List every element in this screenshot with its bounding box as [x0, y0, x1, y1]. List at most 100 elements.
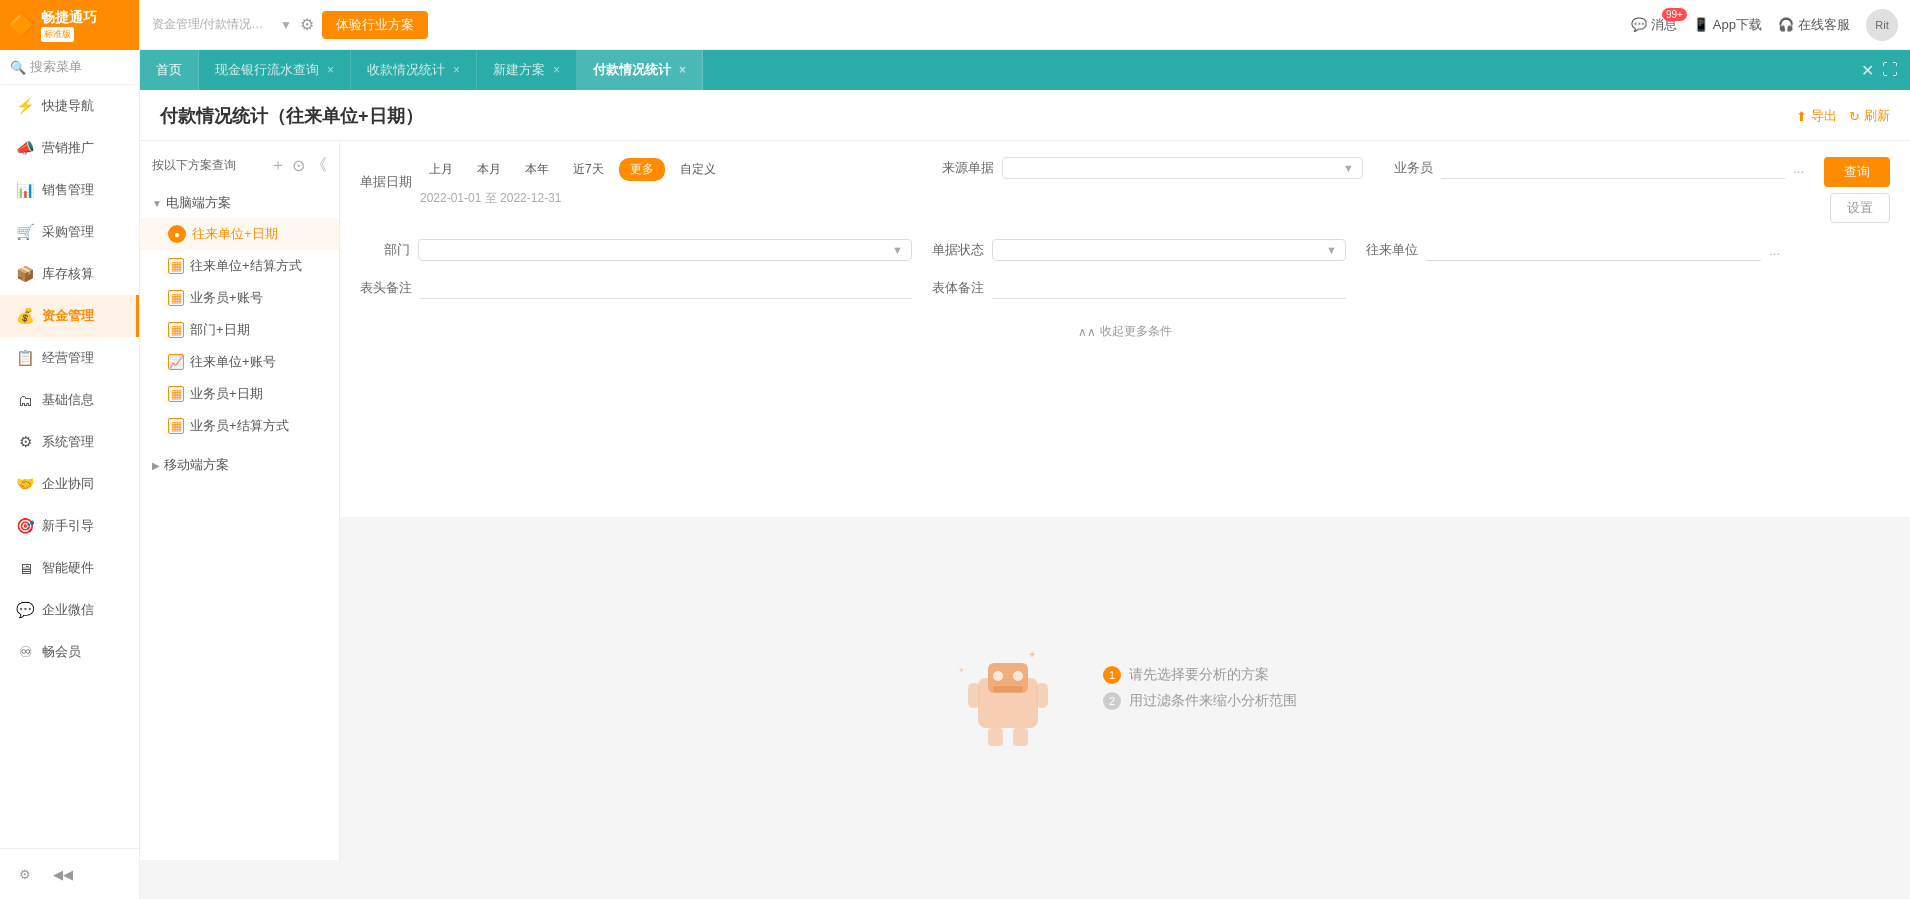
scheme-counterpart-account[interactable]: 📈 往来单位+账号 [140, 346, 339, 378]
docstatus-select[interactable]: ▼ [992, 239, 1346, 261]
sales-icon: 📊 [16, 181, 34, 199]
search-menu[interactable]: 🔍 搜索菜单 [0, 50, 139, 85]
headernote-input[interactable] [420, 277, 912, 299]
sidebar-item-quick-nav[interactable]: ⚡ 快捷导航 [0, 85, 139, 127]
filter-row-1: 单据日期 上月 本月 本年 近7天 更多 自定义 2022-01-01 至 20… [360, 157, 1890, 223]
scheme-salesman-date[interactable]: ▦ 业务员+日期 [140, 378, 339, 410]
counterpart-more-btn[interactable]: ... [1769, 243, 1780, 258]
sidebar-item-inventory[interactable]: 📦 库存核算 [0, 253, 139, 295]
tab-cashflow[interactable]: 现金银行流水查询 × [199, 50, 351, 90]
edition-badge: 标准版 [41, 27, 74, 42]
sidebar-item-guide[interactable]: 🎯 新手引导 [0, 505, 139, 547]
set-btn[interactable]: 设置 [1830, 193, 1890, 223]
scheme-counterpart-settle[interactable]: ▦ 往来单位+结算方式 [140, 250, 339, 282]
sidebar-item-operation[interactable]: 📋 经营管理 [0, 337, 139, 379]
tab-cashflow-close[interactable]: × [327, 63, 334, 77]
date-last-7days[interactable]: 近7天 [564, 157, 613, 182]
topnav-gear-icon[interactable]: ⚙ [300, 15, 314, 34]
date-this-year[interactable]: 本年 [516, 157, 558, 182]
sidebar-item-member[interactable]: ♾ 畅会员 [0, 631, 139, 673]
date-label: 单据日期 [360, 173, 412, 191]
scheme-counterpart-date[interactable]: ● 往来单位+日期 [140, 218, 339, 250]
system-icon: ⚙ [16, 433, 34, 451]
empty-area: ✦ ✦ 1 请先选择要分析的方案 2 用过滤条件来缩小分析范围 [340, 517, 1910, 861]
tab-new-scheme-label: 新建方案 [493, 61, 545, 79]
add-scheme-icon[interactable]: ＋ [270, 155, 286, 176]
date-custom[interactable]: 自定义 [671, 157, 725, 182]
date-last-month[interactable]: 上月 [420, 157, 462, 182]
sidebar-item-finance[interactable]: 💰 资金管理 [0, 295, 139, 337]
scheme-salesman-account[interactable]: ▦ 业务员+账号 [140, 282, 339, 314]
sidebar-item-wechat[interactable]: 💬 企业微信 [0, 589, 139, 631]
tip2-text: 用过滤条件来缩小分析范围 [1129, 692, 1297, 710]
salesman-more-btn[interactable]: ... [1793, 161, 1804, 176]
tab-close-all-icon[interactable]: ✕ [1861, 61, 1874, 80]
refresh-btn[interactable]: ↻ 刷新 [1849, 107, 1890, 125]
svg-rect-6 [1036, 683, 1048, 708]
empty-illustration: ✦ ✦ [953, 628, 1063, 748]
scheme-dept-date[interactable]: ▦ 部门+日期 [140, 314, 339, 346]
panel-collapse-icon[interactable]: 《 [311, 155, 327, 176]
topnav-dropdown-arrow[interactable]: ▼ [280, 18, 292, 32]
operation-icon: 📋 [16, 349, 34, 367]
dept-label: 部门 [360, 241, 410, 259]
message-btn[interactable]: 💬 消息 99+ [1631, 16, 1677, 34]
tab-home[interactable]: 首页 [140, 50, 199, 90]
sidebar-item-basic[interactable]: 🗂 基础信息 [0, 379, 139, 421]
sidebar-item-label: 销售管理 [42, 181, 94, 199]
date-this-month[interactable]: 本月 [468, 157, 510, 182]
page-actions: ⬆ 导出 ↻ 刷新 [1796, 107, 1890, 125]
sidebar-item-label: 经营管理 [42, 349, 94, 367]
app-download-btn[interactable]: 📱 App下载 [1693, 16, 1762, 34]
source-select[interactable]: ▼ [1002, 157, 1363, 179]
tab-payment-stats-label: 付款情况统计 [593, 61, 671, 79]
tab-receipts[interactable]: 收款情况统计 × [351, 50, 477, 90]
dept-select[interactable]: ▼ [418, 239, 912, 261]
sidebar-item-system[interactable]: ⚙ 系统管理 [0, 421, 139, 463]
collapse-sidebar-icon[interactable]: ◀◀ [48, 859, 78, 889]
tab-maximize-icon[interactable]: ⛶ [1882, 61, 1898, 79]
sidebar-item-sales[interactable]: 📊 销售管理 [0, 169, 139, 211]
date-more[interactable]: 更多 [619, 158, 665, 181]
sidebar-logo: 🔶 畅捷通巧 标准版 [0, 0, 139, 50]
tab-new-scheme-close[interactable]: × [553, 63, 560, 77]
sidebar-item-label: 系统管理 [42, 433, 94, 451]
source-label: 来源单据 [942, 159, 994, 177]
query-btn[interactable]: 查询 [1824, 157, 1890, 187]
scheme-salesman-settle[interactable]: ▦ 业务员+结算方式 [140, 410, 339, 442]
user-avatar[interactable]: Rit [1866, 9, 1898, 41]
tab-payment-stats[interactable]: 付款情况统计 × [577, 50, 703, 90]
trial-btn[interactable]: 体验行业方案 [322, 11, 428, 39]
filter-headernote-item: 表头备注 [360, 277, 912, 299]
sidebar-item-purchase[interactable]: 🛒 采购管理 [0, 211, 139, 253]
enterprise-icon: 🤝 [16, 475, 34, 493]
tab-new-scheme[interactable]: 新建方案 × [477, 50, 577, 90]
hardware-icon: 🖥 [16, 559, 34, 577]
filter-date-item: 单据日期 上月 本月 本年 近7天 更多 自定义 2022-01-01 至 20… [360, 157, 922, 207]
app-download-label: App下载 [1713, 16, 1762, 34]
tab-receipts-close[interactable]: × [453, 63, 460, 77]
collapse-filters-btn[interactable]: ∧∧ 收起更多条件 [360, 315, 1890, 348]
refresh-label: 刷新 [1864, 107, 1890, 125]
sidebar-item-label: 资金管理 [42, 307, 94, 325]
sidebar-item-enterprise[interactable]: 🤝 企业协同 [0, 463, 139, 505]
sidebar-item-label: 企业微信 [42, 601, 94, 619]
bodynote-input[interactable] [992, 277, 1346, 299]
counterpart-input[interactable] [1426, 239, 1761, 261]
empty-tip-1: 1 请先选择要分析的方案 [1103, 666, 1297, 684]
tab-payment-stats-close[interactable]: × [679, 63, 686, 77]
scheme-settings-icon[interactable]: ⊙ [292, 156, 305, 175]
desktop-scheme-header[interactable]: ▼ 电脑端方案 [140, 188, 339, 218]
online-service-btn[interactable]: 🎧 在线客服 [1778, 16, 1850, 34]
mobile-scheme-header[interactable]: ▶ 移动端方案 [140, 450, 339, 480]
sidebar-item-marketing[interactable]: 📣 营销推广 [0, 127, 139, 169]
export-btn[interactable]: ⬆ 导出 [1796, 107, 1837, 125]
tab-receipts-label: 收款情况统计 [367, 61, 445, 79]
settings-icon[interactable]: ⚙ [10, 859, 40, 889]
scheme-table-icon: ▦ [168, 258, 184, 274]
sidebar-item-hardware[interactable]: 🖥 智能硬件 [0, 547, 139, 589]
scheme-item-label: 业务员+结算方式 [190, 417, 289, 435]
salesman-input[interactable] [1441, 157, 1785, 179]
scheme-item-label: 部门+日期 [190, 321, 250, 339]
scheme-item-label: 业务员+账号 [190, 289, 263, 307]
